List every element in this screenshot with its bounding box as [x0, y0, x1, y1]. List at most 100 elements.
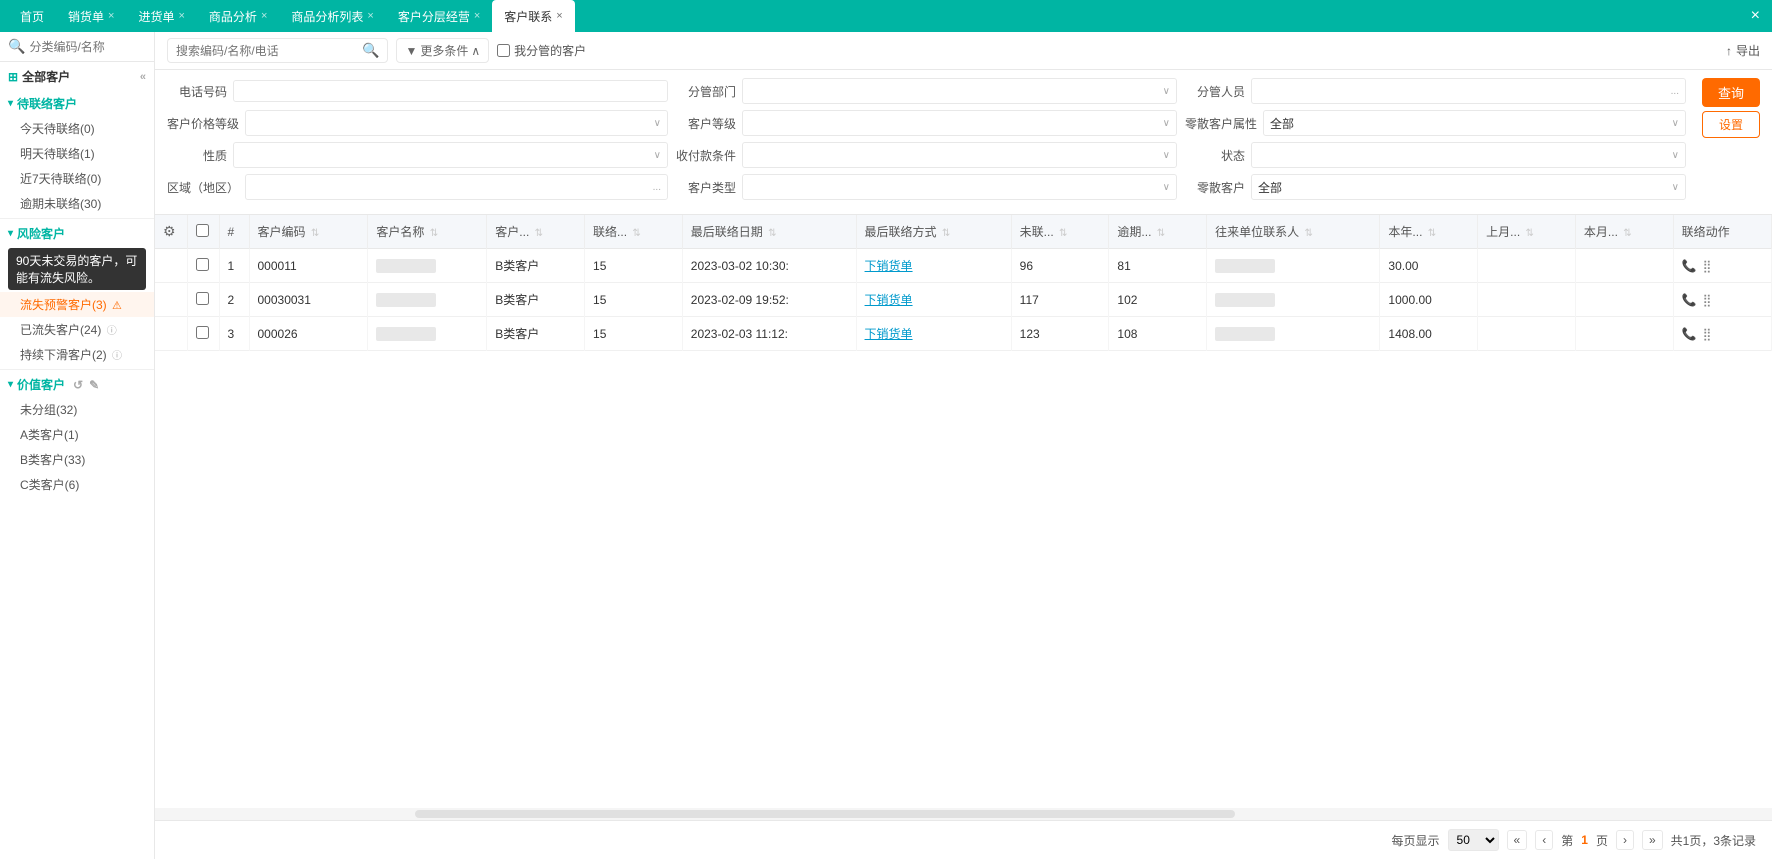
td-contact: 15 — [585, 283, 683, 317]
nav-tab-sales[interactable]: 销货单 × — [56, 0, 126, 32]
my-customers-checkbox-label[interactable]: 我分管的客户 — [497, 42, 586, 59]
nav-tab-home[interactable]: 首页 — [8, 0, 56, 32]
manager-select[interactable]: ... — [1251, 78, 1686, 104]
last-page-btn[interactable]: » — [1642, 830, 1663, 850]
next-page-btn[interactable]: › — [1616, 830, 1634, 850]
retail-customer-select[interactable]: 全部 ∨ — [1251, 174, 1686, 200]
td-last-way[interactable]: 下销货单 — [856, 283, 1011, 317]
more-action-icon[interactable]: ⣿ — [1703, 259, 1712, 273]
more-conditions-btn[interactable]: ▼ 更多条件 ∧ — [396, 38, 489, 63]
settings-icon[interactable]: ⚙ — [163, 223, 176, 239]
last-way-link-1[interactable]: 下销货单 — [865, 259, 913, 273]
arrow-down-icon-3: ▾ — [8, 379, 13, 390]
td-last-way[interactable]: 下销货单 — [856, 249, 1011, 283]
nav-tab-customer-layer-close[interactable]: × — [474, 10, 480, 22]
th-no-contact[interactable]: 未联... ⇅ — [1011, 215, 1109, 249]
nature-select[interactable]: ∨ — [233, 142, 668, 168]
sidebar-group-pending[interactable]: ▾ 待联络客户 — [0, 91, 154, 116]
td-checkbox[interactable] — [187, 249, 219, 283]
close-all-icon[interactable]: × — [1751, 7, 1760, 25]
edit-icon[interactable]: ✎ — [89, 378, 99, 392]
sidebar-item-declining[interactable]: 持续下滑客户(2) ⓘ — [0, 342, 154, 367]
sidebar-item-today[interactable]: 今天待联络(0) — [0, 116, 154, 141]
sidebar-item-7days[interactable]: 近7天待联络(0) — [0, 166, 154, 191]
th-company-contact[interactable]: 往来单位联系人 ⇅ — [1207, 215, 1380, 249]
th-overdue[interactable]: 逾期... ⇅ — [1109, 215, 1207, 249]
sidebar-collapse-icon[interactable]: « — [140, 71, 146, 83]
sidebar-item-class-a[interactable]: A类客户(1) — [0, 422, 154, 447]
phone-action-icon-2[interactable]: 📞 — [1682, 293, 1697, 307]
sidebar-group-risk[interactable]: ▾ 风险客户 — [0, 221, 154, 246]
setting-button[interactable]: 设置 — [1702, 111, 1760, 138]
nav-tab-analysis-list[interactable]: 商品分析列表 × — [279, 0, 385, 32]
retail-attr-select[interactable]: 全部 ∨ — [1263, 110, 1686, 136]
more-action-icon-3[interactable]: ⣿ — [1703, 327, 1712, 341]
horizontal-scrollbar[interactable] — [155, 808, 1772, 820]
customer-level-select[interactable]: ∨ — [742, 110, 1177, 136]
td-last-way[interactable]: 下销货单 — [856, 317, 1011, 351]
row-checkbox-1[interactable] — [196, 258, 209, 271]
nav-tab-analysis-list-close[interactable]: × — [367, 10, 373, 22]
th-last-way[interactable]: 最后联络方式 ⇅ — [856, 215, 1011, 249]
th-settings[interactable]: ⚙ — [155, 215, 187, 249]
nav-tab-sales-close[interactable]: × — [108, 10, 114, 22]
td-code: 00030031 — [249, 283, 368, 317]
region-select[interactable]: ... — [245, 174, 668, 200]
sidebar-all-customers[interactable]: ⊞ 全部客户 « — [0, 62, 154, 91]
th-last-month[interactable]: 上月... ⇅ — [1478, 215, 1576, 249]
nav-tab-customer-contact-close[interactable]: × — [556, 10, 562, 22]
last-way-link-2[interactable]: 下销货单 — [865, 293, 913, 307]
sort-icon-month: ⇅ — [1623, 228, 1631, 239]
th-code[interactable]: 客户编码 ⇅ — [249, 215, 368, 249]
th-contact[interactable]: 联络... ⇅ — [585, 215, 683, 249]
row-checkbox-2[interactable] — [196, 292, 209, 305]
nav-tab-customer-contact[interactable]: 客户联系 × — [492, 0, 574, 32]
td-last-month — [1478, 283, 1576, 317]
sidebar-item-overdue[interactable]: 逾期未联络(30) — [0, 191, 154, 216]
search-icon[interactable]: 🔍 — [362, 42, 379, 59]
sidebar-group-value[interactable]: ▾ 价值客户 ↺ ✎ — [0, 372, 154, 397]
sidebar-item-churned[interactable]: 已流失客户(24) ⓘ — [0, 317, 154, 342]
more-action-icon-2[interactable]: ⣿ — [1703, 293, 1712, 307]
th-this-year[interactable]: 本年... ⇅ — [1380, 215, 1478, 249]
payment-select[interactable]: ∨ — [742, 142, 1177, 168]
status-select[interactable]: ∨ — [1251, 142, 1686, 168]
export-btn[interactable]: ↑ 导出 — [1726, 42, 1760, 59]
nav-tab-customer-layer[interactable]: 客户分层经营 × — [386, 0, 492, 32]
sidebar-search-input[interactable] — [29, 40, 155, 54]
th-this-month[interactable]: 本月... ⇅ — [1575, 215, 1673, 249]
scrollbar-track[interactable] — [415, 810, 1235, 818]
page-label: 第 — [1561, 832, 1573, 849]
sidebar-item-churn-warning[interactable]: 流失预警客户(3) ⚠ — [0, 292, 154, 317]
phone-action-icon[interactable]: 📞 — [1682, 259, 1697, 273]
search-input[interactable] — [176, 44, 356, 58]
nav-tab-purchase[interactable]: 进货单 × — [126, 0, 196, 32]
nav-tab-purchase-close[interactable]: × — [178, 10, 184, 22]
row-checkbox-3[interactable] — [196, 326, 209, 339]
th-last-date[interactable]: 最后联络日期 ⇅ — [682, 215, 856, 249]
sidebar-item-class-b[interactable]: B类客户(33) — [0, 447, 154, 472]
dept-select[interactable]: ∨ — [742, 78, 1177, 104]
my-customers-checkbox[interactable] — [497, 44, 510, 57]
th-name[interactable]: 客户名称 ⇅ — [368, 215, 487, 249]
phone-input[interactable] — [233, 80, 668, 102]
sidebar-item-tomorrow[interactable]: 明天待联络(1) — [0, 141, 154, 166]
phone-action-icon-3[interactable]: 📞 — [1682, 327, 1697, 341]
sidebar-item-ungroup[interactable]: 未分组(32) — [0, 397, 154, 422]
last-way-link-3[interactable]: 下销货单 — [865, 327, 913, 341]
first-page-btn[interactable]: « — [1507, 830, 1528, 850]
td-checkbox[interactable] — [187, 283, 219, 317]
th-type[interactable]: 客户... ⇅ — [487, 215, 585, 249]
td-checkbox[interactable] — [187, 317, 219, 351]
nav-tab-analysis-close[interactable]: × — [261, 10, 267, 22]
nav-tab-analysis[interactable]: 商品分析 × — [197, 0, 279, 32]
per-page-select[interactable]: 50 100 200 — [1448, 829, 1499, 851]
prev-page-btn[interactable]: ‹ — [1535, 830, 1553, 850]
sidebar-item-class-c[interactable]: C类客户(6) — [0, 472, 154, 497]
refresh-icon[interactable]: ↺ — [73, 378, 83, 392]
th-checkbox[interactable] — [187, 215, 219, 249]
select-all-checkbox[interactable] — [196, 224, 209, 237]
customer-type-select[interactable]: ∨ — [742, 174, 1177, 200]
query-button[interactable]: 查询 — [1702, 78, 1760, 107]
price-level-select[interactable]: ∨ — [245, 110, 668, 136]
